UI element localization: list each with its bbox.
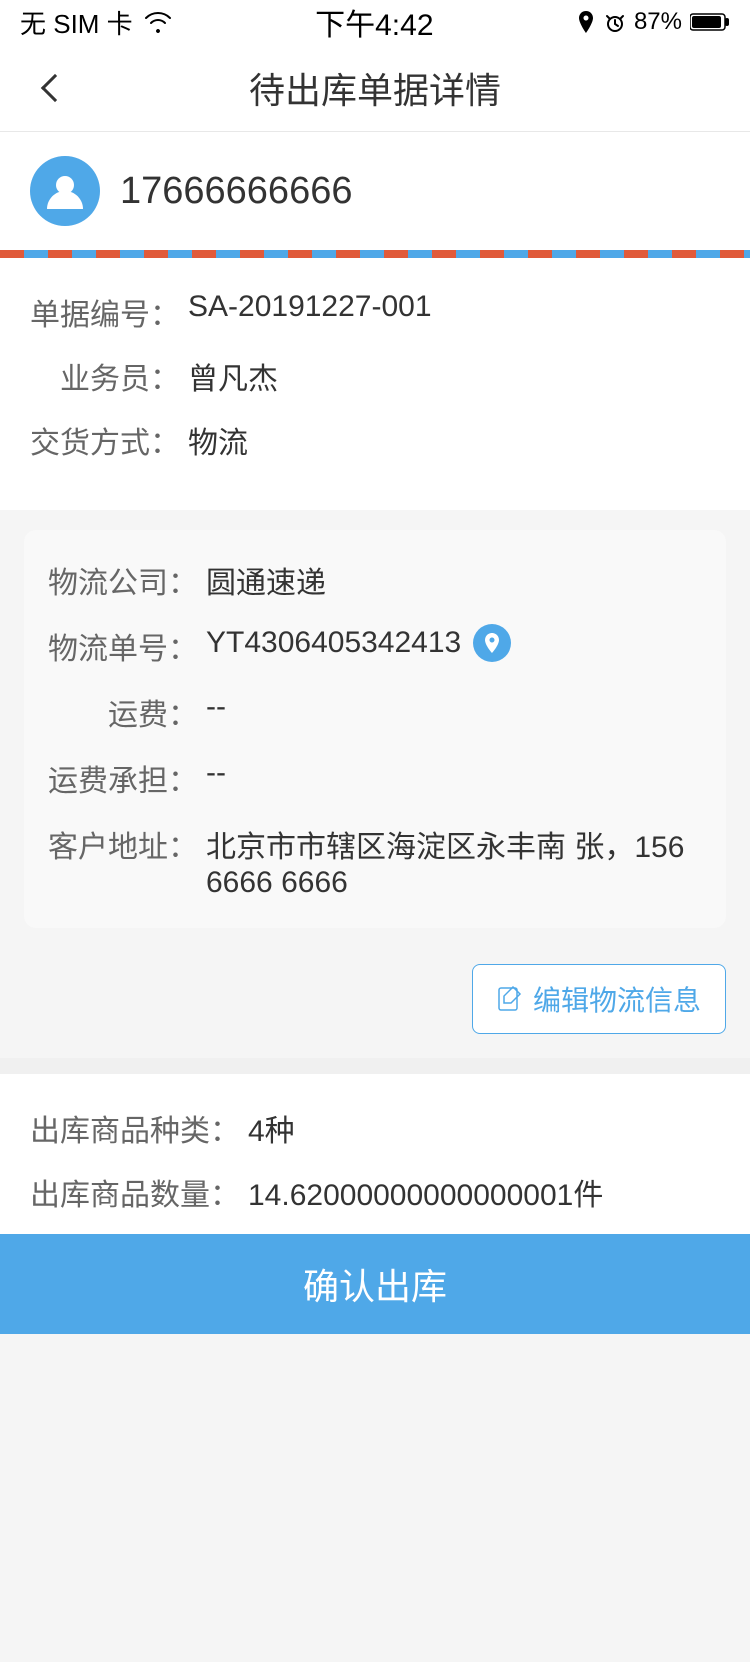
status-time: 下午4:42 [315, 0, 433, 44]
user-avatar [30, 156, 100, 226]
logistics-address-row: 客户地址： 北京市市辖区海淀区永丰南 张，156 6666 6666 [48, 822, 702, 900]
logistics-tracking-label: 物流单号： [48, 624, 198, 668]
logistics-company-row: 物流公司： 圆通速递 [48, 558, 702, 602]
logistics-freight-row: 运费： -- [48, 690, 702, 734]
logistics-freight-value: -- [206, 690, 702, 724]
tracking-location-button[interactable] [473, 624, 511, 662]
wifi-icon [143, 11, 173, 33]
logistics-address-value: 北京市市辖区海淀区永丰南 张，156 6666 6666 [206, 822, 702, 900]
salesman-value: 曾凡杰 [188, 354, 720, 398]
person-icon [43, 169, 87, 213]
edit-logistics-label: 编辑物流信息 [533, 979, 701, 1019]
logistics-card: 物流公司： 圆通速递 物流单号： YT4306405342413 运费： -- … [24, 530, 726, 928]
goods-types-row: 出库商品种类： 4种 [30, 1106, 720, 1150]
confirm-label: 确认出库 [303, 1258, 447, 1310]
edit-logistics-button[interactable]: 编辑物流信息 [472, 964, 726, 1034]
dashed-divider [0, 250, 750, 258]
logistics-tracking-row: 物流单号： YT4306405342413 [48, 624, 702, 668]
section-divider [0, 1058, 750, 1074]
user-phone: 17666666666 [120, 170, 352, 213]
logistics-freight-bear-value: -- [206, 756, 702, 790]
logistics-freight-bear-label: 运费承担： [48, 756, 198, 800]
delivery-label: 交货方式： [30, 418, 180, 462]
order-number-row: 单据编号： SA-20191227-001 [30, 290, 720, 334]
goods-section: 出库商品种类： 4种 出库商品数量： 14.62000000000000001件 [0, 1074, 750, 1254]
delivery-value: 物流 [188, 418, 720, 462]
user-row: 17666666666 [0, 132, 750, 250]
salesman-label: 业务员： [30, 354, 180, 398]
status-left: 无 SIM 卡 [20, 4, 173, 41]
alarm-icon [604, 11, 626, 33]
salesman-row: 业务员： 曾凡杰 [30, 354, 720, 398]
location-status-icon [576, 11, 596, 33]
order-number-label: 单据编号： [30, 290, 180, 334]
status-right: 87% [576, 8, 730, 36]
nav-title: 待出库单据详情 [80, 62, 670, 114]
edit-icon [497, 986, 523, 1012]
carrier-text: 无 SIM 卡 [20, 4, 133, 41]
bottom-spacer [0, 1362, 750, 1562]
order-number-value: SA-20191227-001 [188, 290, 720, 324]
logistics-tracking-value: YT4306405342413 [206, 626, 461, 660]
edit-btn-row: 编辑物流信息 [0, 948, 750, 1058]
battery-icon [690, 12, 730, 32]
nav-bar: 待出库单据详情 [0, 44, 750, 132]
logistics-company-value: 圆通速递 [206, 558, 702, 602]
goods-quantity-row: 出库商品数量： 14.62000000000000001件 [30, 1170, 720, 1214]
delivery-row: 交货方式： 物流 [30, 418, 720, 462]
back-arrow-icon [41, 73, 69, 101]
logistics-address-label: 客户地址： [48, 822, 198, 866]
goods-types-value: 4种 [248, 1106, 295, 1150]
back-button[interactable] [30, 63, 80, 113]
status-bar: 无 SIM 卡 下午4:42 87% [0, 0, 750, 44]
confirm-button[interactable]: 确认出库 [0, 1234, 750, 1334]
battery-percent: 87% [634, 8, 682, 36]
order-info-section: 单据编号： SA-20191227-001 业务员： 曾凡杰 交货方式： 物流 [0, 258, 750, 510]
goods-quantity-value: 14.62000000000000001件 [248, 1170, 603, 1214]
goods-types-label: 出库商品种类： [30, 1106, 240, 1150]
logistics-freight-label: 运费： [48, 690, 198, 734]
logistics-company-label: 物流公司： [48, 558, 198, 602]
logistics-freight-bear-row: 运费承担： -- [48, 756, 702, 800]
goods-quantity-label: 出库商品数量： [30, 1170, 240, 1214]
map-pin-icon [481, 632, 503, 654]
